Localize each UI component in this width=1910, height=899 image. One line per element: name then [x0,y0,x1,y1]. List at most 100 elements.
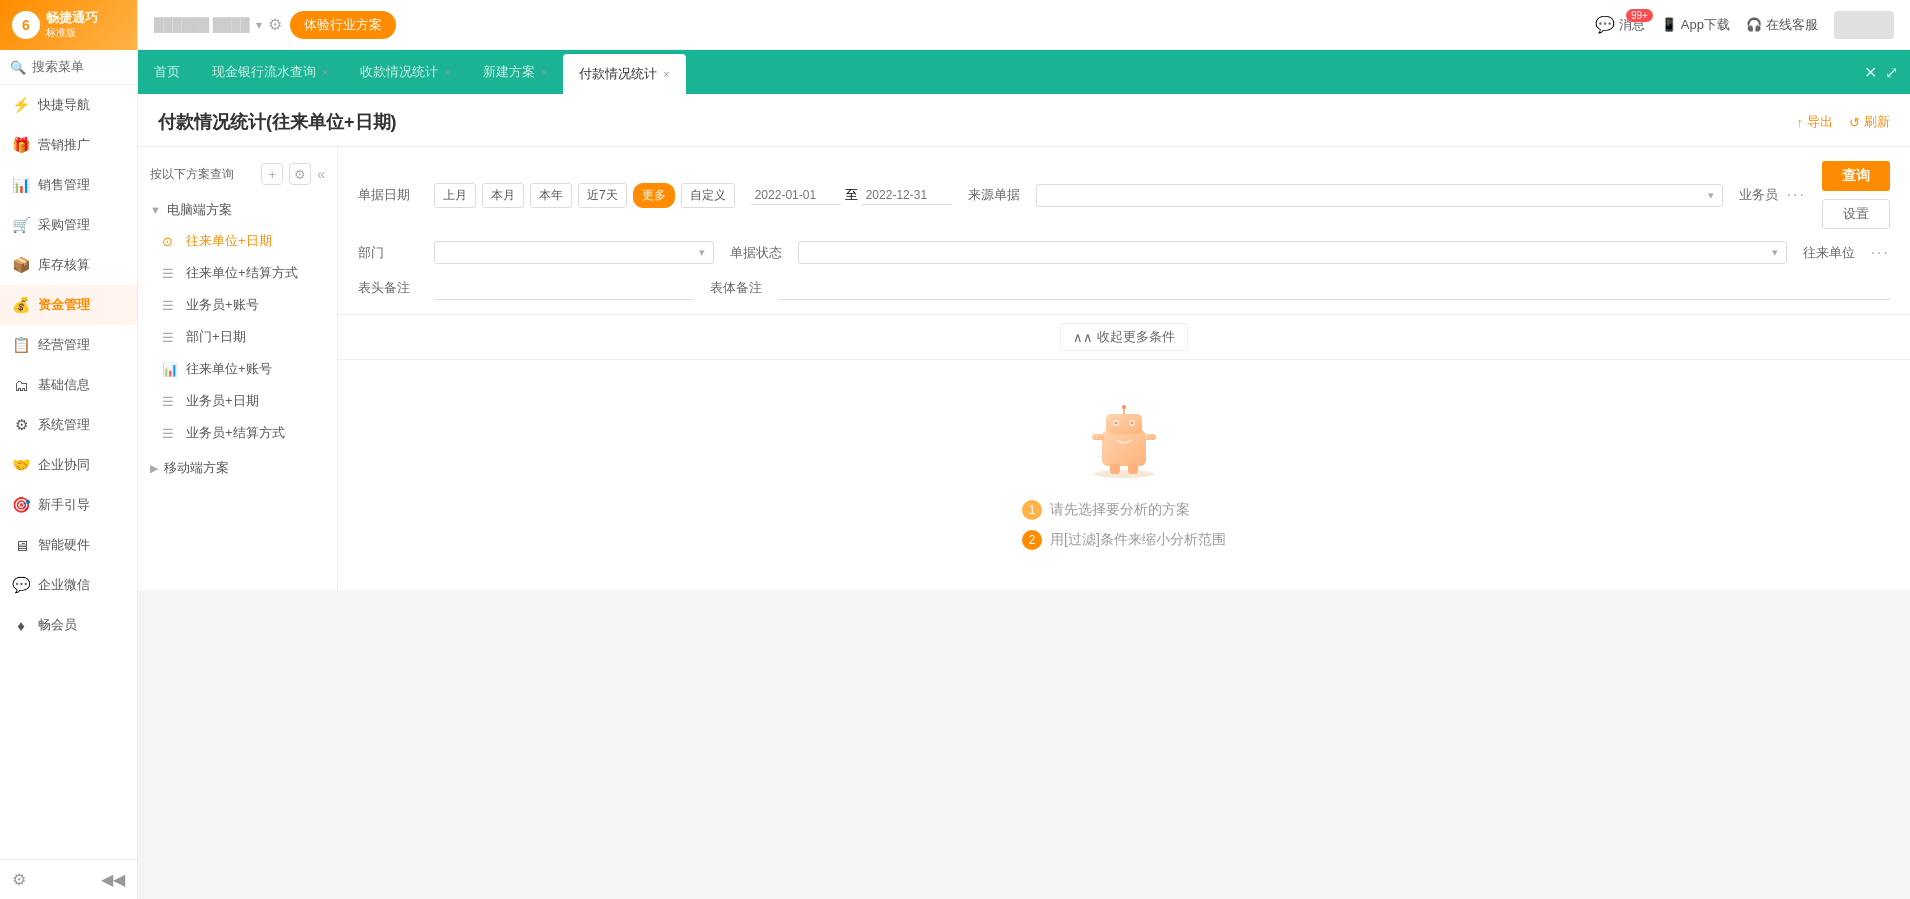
panel-title: 按以下方案查询 [150,166,234,183]
date-start-input[interactable] [751,186,841,205]
desktop-group-header[interactable]: ▼ 电脑端方案 [138,195,337,225]
content-area: 按以下方案查询 + ⚙ « ▼ 电脑端方案 ⊙ 往来单位+日期 [138,147,1910,590]
main-area: ██████ ████ ▾ ⚙ 体验行业方案 💬 消息 99+ 📱 App下载 … [138,0,1910,899]
mobile-group-header[interactable]: ▶ 移动端方案 [138,453,337,483]
sidebar-item-sys-manage[interactable]: ⚙ 系统管理 [0,405,137,445]
sidebar-item-operation[interactable]: 📋 经营管理 [0,325,137,365]
sidebar-item-guide[interactable]: 🎯 新手引导 [0,485,137,525]
gear-icon[interactable]: ⚙ [268,15,282,34]
more-btn[interactable]: 更多 [633,183,675,208]
tab-receipt-stat-close[interactable]: × [444,66,450,78]
sidebar-item-inventory[interactable]: 📦 库存核算 [0,245,137,285]
filter-area: 单据日期 上月 本月 本年 近7天 更多 自定义 至 [338,147,1910,315]
scheme-item-dept-date[interactable]: ☰ 部门+日期 [138,321,337,353]
counterpart-select-btn[interactable]: ··· [1871,244,1890,262]
tab-cash-flow[interactable]: 现金银行流水查询 × [196,50,344,94]
custom-btn[interactable]: 自定义 [681,183,735,208]
logo-icon: 6 [12,11,40,39]
scheme-item-staff-account[interactable]: ☰ 业务员+账号 [138,289,337,321]
service-label: 在线客服 [1766,16,1818,34]
close-tab-icon[interactable]: ✕ [1864,63,1877,82]
table-body-note-label: 表体备注 [710,279,770,297]
svg-rect-1 [1102,430,1146,466]
sidebar-item-basic-info[interactable]: 🗂 基础信息 [0,365,137,405]
doc-status-select[interactable]: ▾ [798,241,1787,264]
scheme-item-staff-date[interactable]: ☰ 业务员+日期 [138,385,337,417]
tab-receipt-stat[interactable]: 收款情况统计 × [344,50,466,94]
scheme-item-counterpart-settle[interactable]: ☰ 往来单位+结算方式 [138,257,337,289]
query-button[interactable]: 查询 [1822,161,1890,191]
staff-select-btn[interactable]: ··· [1787,186,1806,204]
tab-payment-stat-close[interactable]: × [663,68,669,80]
tab-home[interactable]: 首页 [138,50,196,94]
table-body-note-section: 表体备注 [710,276,1890,300]
online-service-btn[interactable]: 🎧 在线客服 [1746,16,1818,34]
marketing-icon: 🎁 [12,136,30,154]
scheme-item-staff-settle[interactable]: ☰ 业务员+结算方式 [138,417,337,449]
collapse-panel-icon[interactable]: « [317,166,325,182]
settings-button[interactable]: 设置 [1822,199,1890,229]
this-year-btn[interactable]: 本年 [530,183,572,208]
topbar: ██████ ████ ▾ ⚙ 体验行业方案 💬 消息 99+ 📱 App下载 … [138,0,1910,50]
app-name: ██████ ████ [154,17,250,32]
sidebar-item-enterprise[interactable]: 🤝 企业协同 [0,445,137,485]
table-header-note-input[interactable] [434,276,694,300]
collapse-sidebar-icon[interactable]: ◀◀ [101,870,125,889]
filter-row-1: 单据日期 上月 本月 本年 近7天 更多 自定义 至 [358,161,1890,229]
panel-toolbar: 按以下方案查询 + ⚙ « [138,157,337,191]
svg-point-0 [1094,470,1154,478]
sidebar-item-marketing[interactable]: 🎁 营销推广 [0,125,137,165]
app-download-label: App下载 [1681,16,1730,34]
tab-bar: 首页 现金银行流水查询 × 收款情况统计 × 新建方案 × 付款情况统计 × ✕… [138,50,1910,94]
inventory-icon: 📦 [12,256,30,274]
sidebar-item-member[interactable]: ♦ 畅会员 [0,605,137,645]
hint-num-1: 1 [1022,500,1042,520]
table-body-note-input[interactable] [778,276,1890,300]
scheme-item-counterpart-date[interactable]: ⊙ 往来单位+日期 [138,225,337,257]
dropdown-icon[interactable]: ▾ [256,18,262,32]
refresh-button[interactable]: ↺ 刷新 [1849,113,1890,131]
finance-icon: 💰 [12,296,30,314]
collapse-more-btn[interactable]: ∧∧ 收起更多条件 [1060,323,1188,351]
sidebar-nav: ⚡ 快捷导航 🎁 营销推广 📊 销售管理 🛒 采购管理 📦 库存核算 💰 资金管… [0,85,137,859]
sidebar-search[interactable]: 🔍 搜索菜单 [0,50,137,85]
add-scheme-btn[interactable]: + [261,163,283,185]
last-7d-btn[interactable]: 近7天 [578,183,627,208]
sidebar-item-label: 采购管理 [38,216,90,234]
sidebar-item-finance[interactable]: 💰 资金管理 [0,285,137,325]
scheme-settings-btn[interactable]: ⚙ [289,163,311,185]
this-month-btn[interactable]: 本月 [482,183,524,208]
message-btn[interactable]: 💬 消息 99+ [1595,15,1645,34]
source-doc-select[interactable]: ▾ [1036,184,1723,207]
tab-new-scheme-close[interactable]: × [541,66,547,78]
date-end-input[interactable] [862,186,952,205]
tab-payment-stat[interactable]: 付款情况统计 × [563,54,685,94]
user-avatar[interactable] [1834,11,1894,39]
empty-hints: 1 请先选择要分析的方案 2 用[过滤]条件来缩小分析范围 [1022,500,1226,550]
expand-tab-icon[interactable]: ⤢ [1885,63,1898,82]
sidebar-item-quick-nav[interactable]: ⚡ 快捷导航 [0,85,137,125]
headset-icon: 🎧 [1746,17,1762,32]
sidebar-item-sales[interactable]: 📊 销售管理 [0,165,137,205]
doc-status-label: 单据状态 [730,244,790,262]
export-button[interactable]: ↑ 导出 [1797,113,1834,131]
logo-text: 畅捷通巧 [46,10,98,26]
sidebar-item-wechat[interactable]: 💬 企业微信 [0,565,137,605]
hint-text-2: 用[过滤]条件来缩小分析范围 [1050,531,1226,549]
trial-button[interactable]: 体验行业方案 [290,11,396,39]
scheme-chart-icon: 📊 [162,362,178,377]
settings-icon[interactable]: ⚙ [12,870,26,889]
prev-month-btn[interactable]: 上月 [434,183,476,208]
guide-icon: 🎯 [12,496,30,514]
source-doc-arrow: ▾ [1708,189,1714,202]
dept-select[interactable]: ▾ [434,241,714,264]
scheme-item-label: 业务员+结算方式 [186,424,285,442]
tab-new-scheme[interactable]: 新建方案 × [467,50,563,94]
search-icon: 🔍 [10,60,26,75]
tab-cash-flow-close[interactable]: × [322,66,328,78]
sidebar-item-hardware[interactable]: 🖥 智能硬件 [0,525,137,565]
sidebar-item-purchase[interactable]: 🛒 采购管理 [0,205,137,245]
scheme-item-counterpart-account[interactable]: 📊 往来单位+账号 [138,353,337,385]
group-name: 电脑端方案 [167,201,232,219]
app-download-btn[interactable]: 📱 App下载 [1661,16,1730,34]
